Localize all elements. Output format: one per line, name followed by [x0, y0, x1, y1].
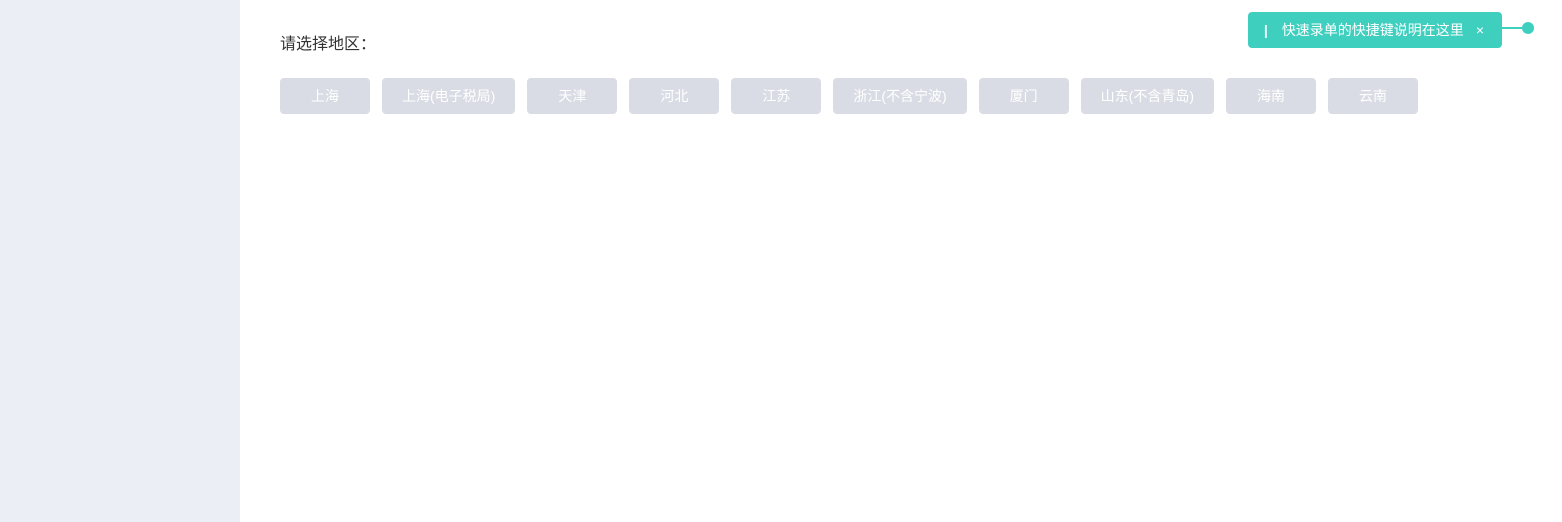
- tooltip-line: [1502, 27, 1522, 29]
- region-button-shandong[interactable]: 山东(不含青岛): [1081, 78, 1214, 114]
- sidebar: [0, 0, 240, 522]
- region-button-tianjin[interactable]: 天津: [527, 78, 617, 114]
- region-button-hebei[interactable]: 河北: [629, 78, 719, 114]
- region-button-shanghai[interactable]: 上海: [280, 78, 370, 114]
- main-content: 请选择地区： 上海上海(电子税局)天津河北江苏浙江(不含宁波)厦门山东(不含青岛…: [240, 0, 1562, 522]
- region-button-jiangsu[interactable]: 江苏: [731, 78, 821, 114]
- region-button-hainan[interactable]: 海南: [1226, 78, 1316, 114]
- tooltip-dot: [1522, 22, 1534, 34]
- region-buttons: 上海上海(电子税局) 天津河北江苏浙江(不含宁波) 厦门山东(不含青岛) 海南云南: [280, 78, 1522, 114]
- tooltip-close-button[interactable]: ×: [1474, 23, 1486, 37]
- tooltip-banner: 快速录单的快捷键说明在这里 ×: [1248, 12, 1502, 48]
- region-button-shanghai-etax[interactable]: 上海(电子税局): [382, 78, 515, 114]
- region-button-zhejiang[interactable]: 浙江(不含宁波): [833, 78, 966, 114]
- region-button-xiamen[interactable]: 厦门: [979, 78, 1069, 114]
- tooltip-text: 快速录单的快捷键说明在这里: [1282, 20, 1464, 40]
- region-button-yunnan[interactable]: 云南: [1328, 78, 1418, 114]
